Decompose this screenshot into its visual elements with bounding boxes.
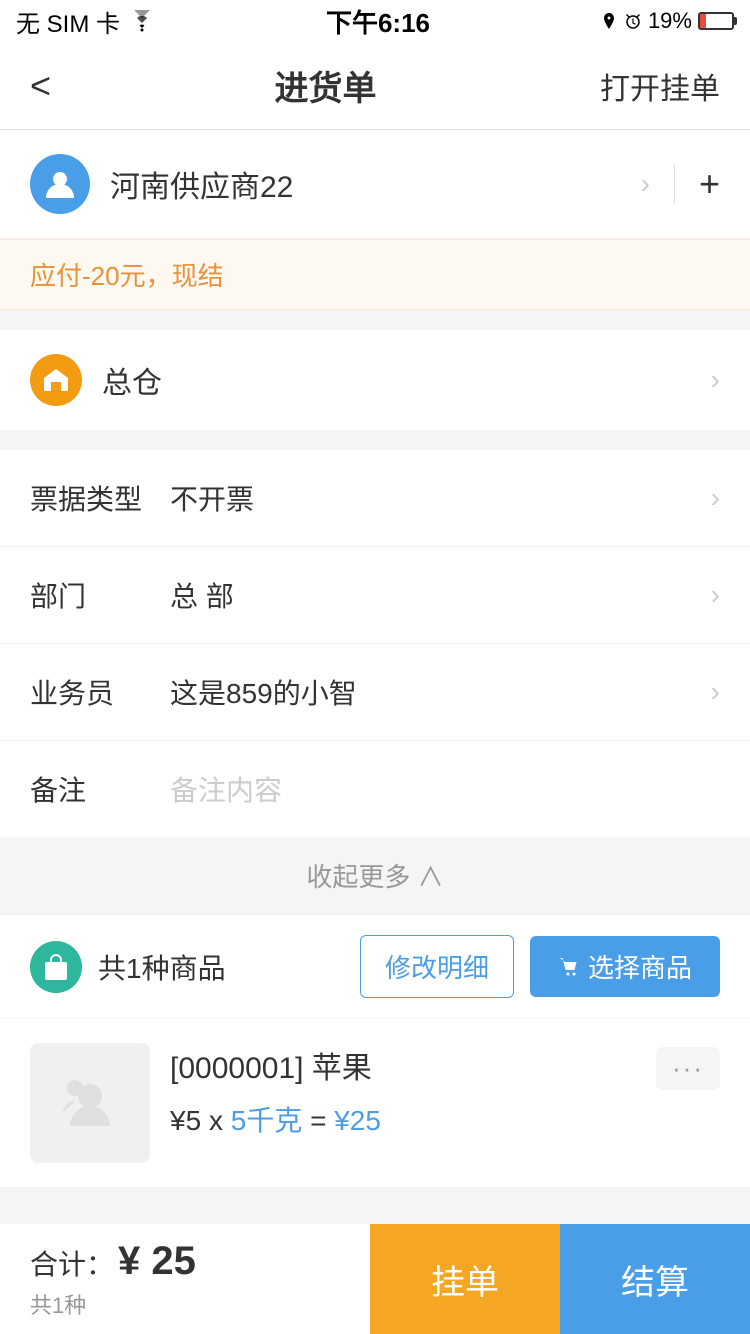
product-details: [0000001] 苹果 ¥5 x 5千克 = ¥25 xyxy=(170,1043,636,1163)
divider xyxy=(674,164,675,204)
product-quantity: 5千克 xyxy=(231,1105,303,1136)
status-bar-time: 下午6:16 xyxy=(326,3,430,40)
warehouse-row[interactable]: 总仓 › xyxy=(0,330,750,430)
product-more-button[interactable]: ··· xyxy=(656,1047,720,1090)
warehouse-section: 总仓 › xyxy=(0,330,750,430)
select-product-label: 选择商品 xyxy=(588,948,692,985)
summary-total: 合计： ¥ 25 xyxy=(30,1239,340,1284)
product-placeholder-icon xyxy=(55,1068,125,1138)
supplier-section: 河南供应商22 › + 应付-20元，现结 xyxy=(0,130,750,310)
price-equal: = xyxy=(310,1105,334,1136)
supplier-row[interactable]: 河南供应商22 › + xyxy=(0,130,750,239)
warehouse-icon-bg xyxy=(30,354,82,406)
alarm-icon xyxy=(624,12,642,30)
product-header: 共1种商品 修改明细 选择商品 xyxy=(0,914,750,1018)
department-chevron-icon: › xyxy=(711,579,720,611)
remark-row[interactable]: 备注 备注内容 xyxy=(0,741,750,837)
status-bar-left: 无 SIM 卡 xyxy=(16,4,156,39)
product-thumbnail xyxy=(30,1043,150,1163)
bottom-summary: 合计： ¥ 25 共1种 xyxy=(0,1224,370,1334)
hang-button[interactable]: 挂单 xyxy=(370,1224,560,1334)
collapse-label: 收起更多 ∧ xyxy=(306,857,443,894)
wifi-icon xyxy=(128,10,156,32)
status-bar-right: 19% xyxy=(600,8,734,34)
salesman-chevron-icon: › xyxy=(711,676,720,708)
cart-icon xyxy=(558,956,580,978)
nav-bar: < 进货单 打开挂单 xyxy=(0,42,750,130)
invoice-chevron-icon: › xyxy=(711,482,720,514)
price-unit: ¥5 xyxy=(170,1105,201,1136)
total-amount: ¥ 25 xyxy=(118,1239,196,1284)
add-supplier-button[interactable]: + xyxy=(699,163,720,205)
product-more-area: ··· xyxy=(656,1043,720,1163)
warehouse-name: 总仓 xyxy=(102,358,711,402)
supplier-chevron-icon: › xyxy=(641,168,650,200)
location-icon xyxy=(600,12,618,30)
invoice-row[interactable]: 票据类型 不开票 › xyxy=(0,450,750,547)
salesman-value: 这是859的小智 xyxy=(150,672,711,712)
remark-input[interactable]: 备注内容 xyxy=(150,769,720,809)
department-label: 部门 xyxy=(30,575,150,615)
settle-button[interactable]: 结算 xyxy=(560,1224,750,1334)
supplier-name: 河南供应商22 xyxy=(110,162,641,206)
page-title: 进货单 xyxy=(275,61,377,110)
salesman-row[interactable]: 业务员 这是859的小智 › xyxy=(0,644,750,741)
salesman-label: 业务员 xyxy=(30,672,150,712)
department-value: 总 部 xyxy=(150,575,711,615)
carrier-text: 无 SIM 卡 xyxy=(16,4,120,39)
supplier-notice: 应付-20元，现结 xyxy=(0,239,750,310)
bottom-bar: 合计： ¥ 25 共1种 挂单 结算 xyxy=(0,1224,750,1334)
back-button[interactable]: < xyxy=(30,65,51,107)
total-label: 合计： xyxy=(30,1243,114,1283)
invoice-label: 票据类型 xyxy=(30,478,150,518)
supplier-avatar xyxy=(30,154,90,214)
department-row[interactable]: 部门 总 部 › xyxy=(0,547,750,644)
battery-icon xyxy=(698,12,734,30)
product-icon-bg xyxy=(30,941,82,993)
open-hang-button[interactable]: 打开挂单 xyxy=(600,64,720,108)
battery-percent: 19% xyxy=(648,8,692,34)
invoice-value: 不开票 xyxy=(150,478,711,518)
remark-label: 备注 xyxy=(30,769,150,809)
product-count: 共1种商品 xyxy=(98,947,360,987)
shopping-bag-icon xyxy=(41,952,71,982)
edit-detail-button[interactable]: 修改明细 xyxy=(360,935,514,998)
person-icon xyxy=(42,166,78,202)
select-product-button[interactable]: 选择商品 xyxy=(530,936,720,997)
warehouse-chevron-icon: › xyxy=(711,364,720,396)
status-bar: 无 SIM 卡 下午6:16 19% xyxy=(0,0,750,42)
form-section: 票据类型 不开票 › 部门 总 部 › 业务员 这是859的小智 › 备注 备注… xyxy=(0,450,750,837)
warehouse-building-icon xyxy=(41,365,71,395)
content: 河南供应商22 › + 应付-20元，现结 总仓 › 票据类型 不开票 › xyxy=(0,130,750,1317)
product-price: ¥5 x 5千克 = ¥25 xyxy=(170,1099,636,1139)
collapse-row[interactable]: 收起更多 ∧ xyxy=(0,837,750,914)
summary-count: 共1种 xyxy=(30,1288,340,1320)
price-multiply: x xyxy=(209,1105,231,1136)
product-total: ¥25 xyxy=(334,1105,381,1136)
product-name: [0000001] 苹果 xyxy=(170,1043,636,1087)
product-item: [0000001] 苹果 ¥5 x 5千克 = ¥25 ··· xyxy=(0,1018,750,1187)
